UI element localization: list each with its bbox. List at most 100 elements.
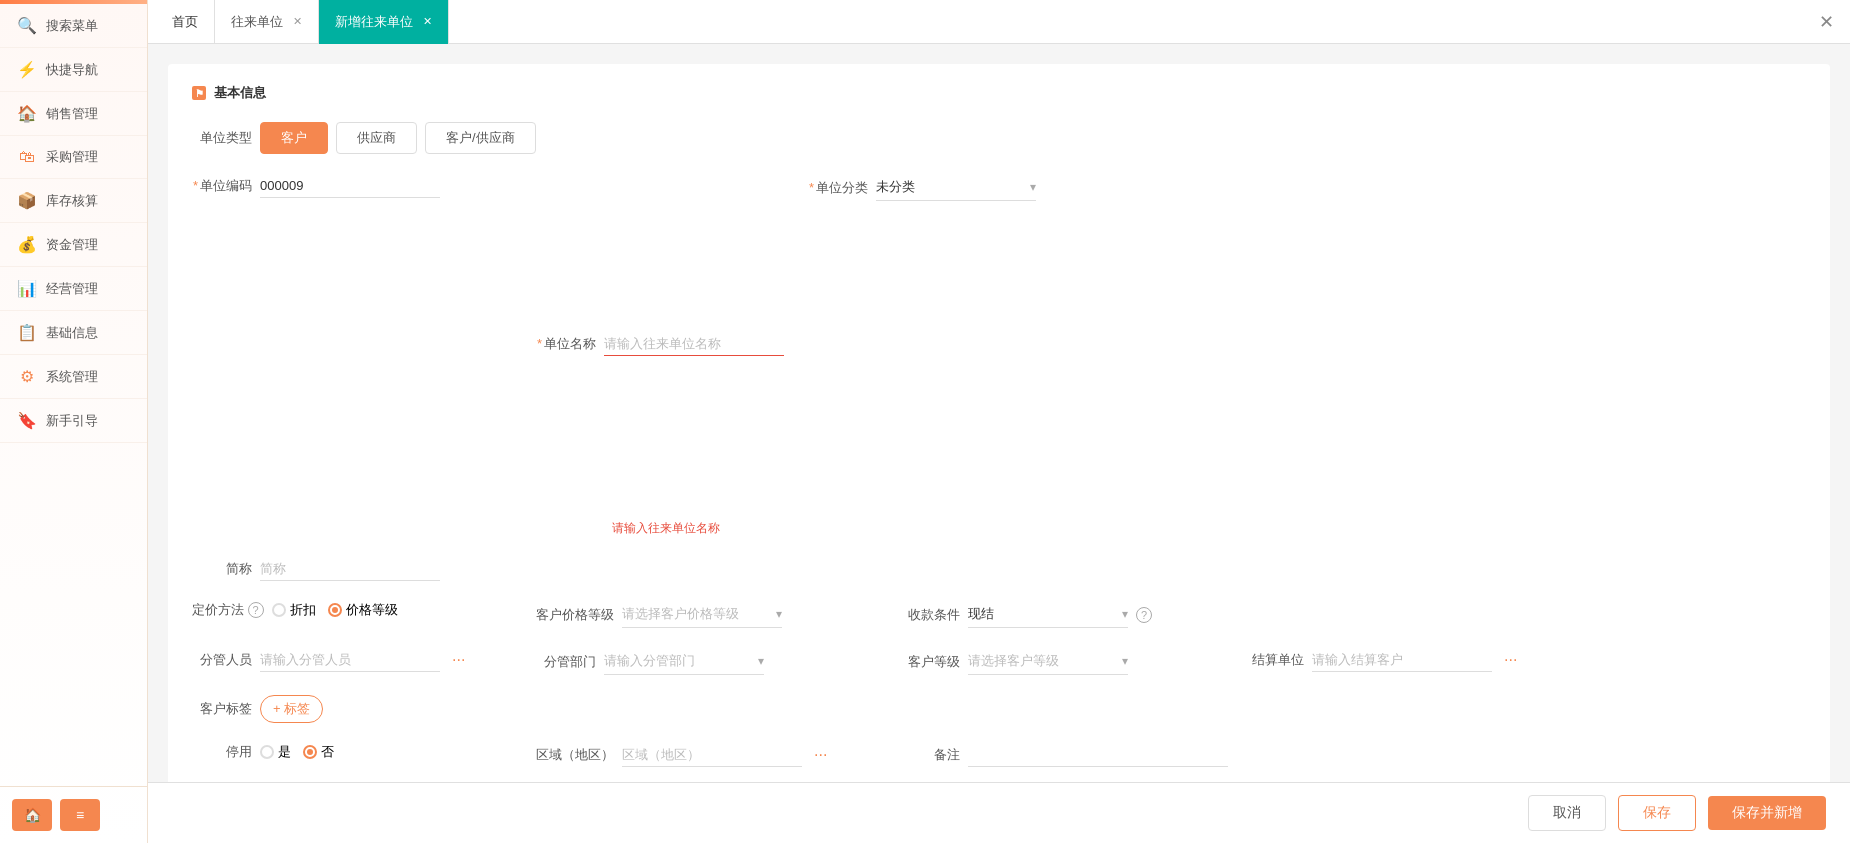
- save-new-button[interactable]: 保存并新增: [1708, 796, 1826, 830]
- customer-price-select[interactable]: 请选择客户价格等级 ▾: [622, 601, 782, 628]
- pricing-row: 定价方法 ? 折扣 价格等级 客户: [192, 601, 1806, 628]
- dept-group: 分管部门 请输入分管部门 ▾: [536, 648, 876, 675]
- remark-input[interactable]: [968, 743, 1228, 767]
- region-more-icon[interactable]: ···: [810, 746, 831, 764]
- region-group: 区域（地区） ···: [536, 743, 876, 767]
- manager-row: 分管人员 ··· 分管部门 请输入分管部门 ▾ 客户等级 请选择客户等级 ▾: [192, 648, 1806, 675]
- dept-label: 分管部门: [536, 653, 596, 671]
- bookmark-icon: 🔖: [16, 411, 38, 430]
- unit-type-buttons: 客户 供应商 客户/供应商: [260, 122, 536, 154]
- tags-label: 客户标签: [192, 700, 252, 718]
- unit-type-customer-btn[interactable]: 客户: [260, 122, 328, 154]
- manager-more-icon[interactable]: ···: [448, 651, 469, 669]
- unit-type-label: 单位类型: [192, 129, 252, 147]
- clipboard-icon: 📋: [16, 323, 38, 342]
- sidebar: 🔍 搜索菜单 ⚡ 快捷导航 🏠 销售管理 🛍 采购管理 📦 库存核算 💰 资金管…: [0, 0, 148, 843]
- manager-label: 分管人员: [192, 651, 252, 669]
- chevron-down-icon4: ▾: [758, 654, 764, 668]
- radio-level[interactable]: 价格等级: [328, 601, 398, 619]
- radio-discount[interactable]: 折扣: [272, 601, 316, 619]
- tab-partner-close-icon[interactable]: ✕: [293, 15, 302, 28]
- unit-category-select[interactable]: 未分类 ▾: [876, 174, 1036, 201]
- region-input[interactable]: [622, 743, 802, 767]
- sidebar-item-sales[interactable]: 🏠 销售管理: [0, 92, 147, 136]
- tab-home[interactable]: 首页: [156, 0, 215, 44]
- bag-icon: 🛍: [16, 148, 38, 166]
- short-name-input[interactable]: [260, 557, 440, 581]
- manager-input[interactable]: [260, 648, 440, 672]
- settlement-input[interactable]: [1312, 648, 1492, 672]
- sidebar-bottom: 🏠 ≡: [0, 786, 147, 843]
- tab-partner[interactable]: 往来单位 ✕: [215, 0, 319, 44]
- remark-label: 备注: [900, 746, 960, 764]
- window-close-button[interactable]: ✕: [1811, 11, 1842, 33]
- settlement-label: 结算单位: [1244, 651, 1304, 669]
- chevron-down-icon: ▾: [1030, 180, 1036, 194]
- manager-group: 分管人员 ···: [192, 648, 512, 672]
- unit-type-both-btn[interactable]: 客户/供应商: [425, 122, 536, 154]
- radio-yes-label: 是: [278, 743, 291, 761]
- radio-yes[interactable]: 是: [260, 743, 291, 761]
- tags-row: 客户标签 + 标签: [192, 695, 1806, 723]
- chevron-down-icon2: ▾: [776, 607, 782, 621]
- unit-name-group-wrap: *单位名称 请输入往来单位名称: [536, 174, 784, 537]
- tags-group: 客户标签 + 标签: [192, 695, 512, 723]
- customer-price-label: 客户价格等级: [536, 606, 614, 624]
- add-tag-button[interactable]: + 标签: [260, 695, 323, 723]
- sidebar-item-search[interactable]: 🔍 搜索菜单: [0, 4, 147, 48]
- unit-category-value: 未分类: [876, 178, 1026, 196]
- unit-name-error: 请输入往来单位名称: [612, 520, 784, 537]
- settlement-more-icon[interactable]: ···: [1500, 651, 1521, 669]
- payment-group: 收款条件 现结 ▾ ?: [900, 601, 1220, 628]
- sidebar-item-label: 经营管理: [46, 280, 98, 298]
- sidebar-item-operations[interactable]: 📊 经营管理: [0, 267, 147, 311]
- unit-type-supplier-btn[interactable]: 供应商: [336, 122, 417, 154]
- payment-select[interactable]: 现结 ▾: [968, 601, 1128, 628]
- unit-code-input[interactable]: [260, 174, 440, 198]
- radio-no[interactable]: 否: [303, 743, 334, 761]
- sidebar-item-label: 系统管理: [46, 368, 98, 386]
- sidebar-item-quick-nav[interactable]: ⚡ 快捷导航: [0, 48, 147, 92]
- region-label: 区域（地区）: [536, 746, 614, 764]
- disabled-row: 停用 是 否 区域（地区） ···: [192, 743, 1806, 767]
- sidebar-item-guide[interactable]: 🔖 新手引导: [0, 399, 147, 443]
- tab-new-partner-close-icon[interactable]: ✕: [423, 15, 432, 28]
- sidebar-item-label: 搜索菜单: [46, 17, 98, 35]
- sidebar-item-label: 基础信息: [46, 324, 98, 342]
- chevron-down-icon3: ▾: [1122, 607, 1128, 621]
- payment-label: 收款条件: [900, 606, 960, 624]
- short-name-row: 简称: [192, 557, 1806, 581]
- sidebar-expand-btn[interactable]: ≡: [60, 799, 100, 831]
- customer-price-group: 客户价格等级 请选择客户价格等级 ▾: [536, 601, 876, 628]
- sidebar-item-basic-info[interactable]: 📋 基础信息: [0, 311, 147, 355]
- code-name-row: *单位编码 *单位名称 请输入往来单位名称 *单位分类: [192, 174, 1806, 537]
- customer-level-select[interactable]: 请选择客户等级 ▾: [968, 648, 1128, 675]
- unit-name-input[interactable]: [604, 332, 784, 356]
- gear-icon: ⚙: [16, 367, 38, 386]
- sidebar-item-system[interactable]: ⚙ 系统管理: [0, 355, 147, 399]
- unit-type-group: 单位类型 客户 供应商 客户/供应商: [192, 122, 536, 154]
- remark-group: 备注: [900, 743, 1228, 767]
- sidebar-item-label: 新手引导: [46, 412, 98, 430]
- payment-value: 现结: [968, 605, 1118, 623]
- add-tag-label: + 标签: [273, 700, 310, 718]
- dept-select[interactable]: 请输入分管部门 ▾: [604, 648, 764, 675]
- footer: 取消 保存 保存并新增: [148, 782, 1850, 843]
- sidebar-item-stock[interactable]: 📦 库存核算: [0, 179, 147, 223]
- money-icon: 💰: [16, 235, 38, 254]
- pricing-help-icon[interactable]: ?: [248, 602, 264, 618]
- box-icon: 📦: [16, 191, 38, 210]
- sidebar-item-finance[interactable]: 💰 资金管理: [0, 223, 147, 267]
- save-button[interactable]: 保存: [1618, 795, 1696, 831]
- customer-level-group: 客户等级 请选择客户等级 ▾: [900, 648, 1220, 675]
- radio-discount-circle: [272, 603, 286, 617]
- sidebar-home-btn[interactable]: 🏠: [12, 799, 52, 831]
- payment-help-icon[interactable]: ?: [1136, 607, 1152, 623]
- lightning-icon: ⚡: [16, 60, 38, 79]
- cancel-button[interactable]: 取消: [1528, 795, 1606, 831]
- unit-category-label: *单位分类: [808, 179, 868, 197]
- tab-new-partner[interactable]: 新增往来单位 ✕: [319, 0, 449, 44]
- radio-discount-label: 折扣: [290, 601, 316, 619]
- sidebar-item-purchase[interactable]: 🛍 采购管理: [0, 136, 147, 179]
- main-area: 首页 往来单位 ✕ 新增往来单位 ✕ ✕ ⚑ 基本信息 单位类型 客户: [148, 0, 1850, 843]
